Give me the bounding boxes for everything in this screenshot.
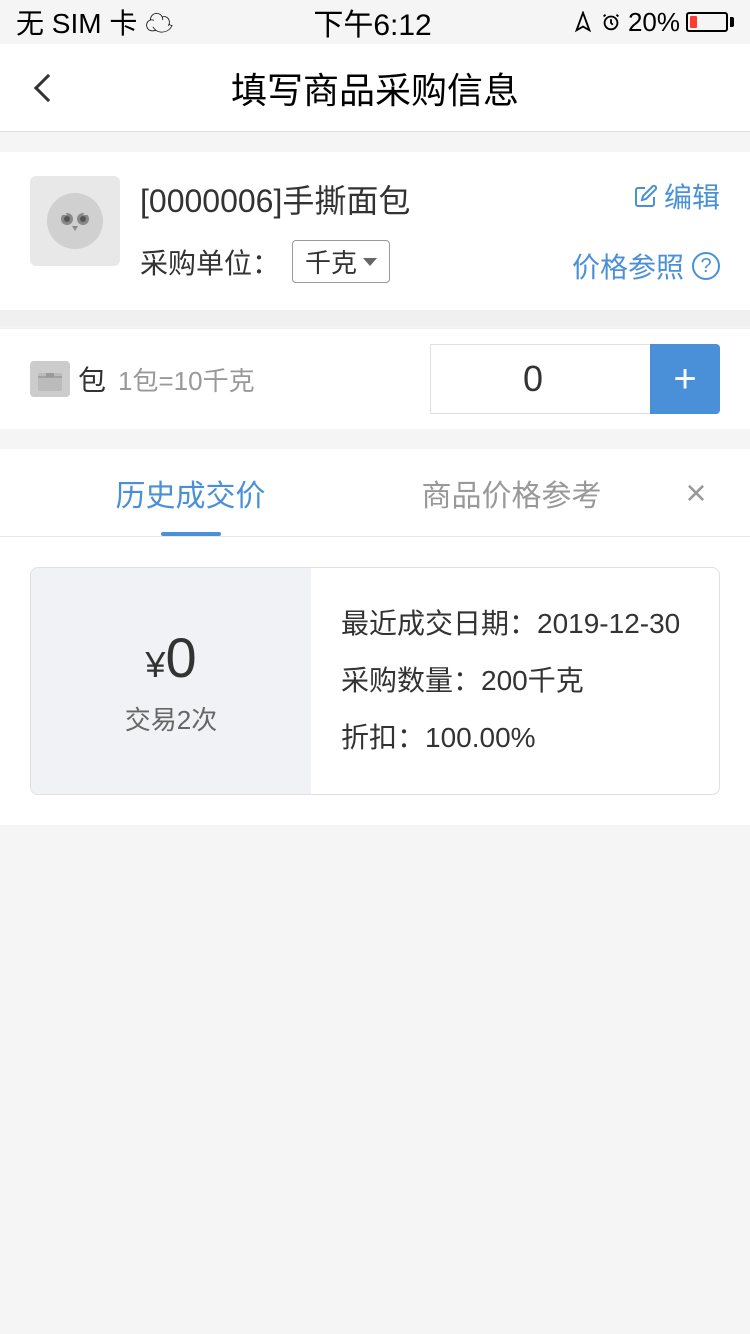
alarm-icon bbox=[600, 11, 622, 33]
purchase-qty-row: 采购数量：200千克 bbox=[341, 661, 689, 700]
close-icon: × bbox=[685, 472, 706, 514]
transaction-card: ¥0 交易2次 最近成交日期：2019-12-30 采购数量：200千克 折扣：… bbox=[30, 567, 720, 795]
status-left: 无 SIM 卡 ☁ bbox=[16, 2, 173, 42]
tab-content: ¥0 交易2次 最近成交日期：2019-12-30 采购数量：200千克 折扣：… bbox=[0, 537, 750, 825]
pkg-text: 包 bbox=[78, 359, 106, 399]
dropdown-arrow-icon bbox=[363, 258, 377, 266]
unit-label: 采购单位： bbox=[140, 242, 280, 282]
edit-icon bbox=[634, 184, 658, 208]
status-right: 20% bbox=[572, 7, 734, 38]
transaction-count: 交易2次 bbox=[125, 700, 217, 737]
price-ref-label: 价格参照 bbox=[572, 246, 684, 286]
product-thumbnail bbox=[30, 176, 120, 266]
product-info-section: [0000006]手撕面包 采购单位： 千克 bbox=[140, 176, 410, 283]
pkg-equiv-text: 1包=10千克 bbox=[118, 361, 255, 398]
product-top-row: [0000006]手撕面包 采购单位： 千克 编辑 价格参照 bbox=[30, 176, 720, 286]
tab-product-price-ref[interactable]: 商品价格参考 bbox=[351, 449, 672, 536]
product-card: [0000006]手撕面包 采购单位： 千克 编辑 价格参照 bbox=[0, 152, 750, 310]
purchase-qty-value: 200千克 bbox=[481, 665, 584, 696]
transaction-price-section: ¥0 交易2次 bbox=[31, 568, 311, 794]
location-icon bbox=[572, 11, 594, 33]
edit-button[interactable]: 编辑 bbox=[634, 176, 720, 216]
quantity-row: 包 1包=10千克 + bbox=[0, 329, 750, 429]
edit-label: 编辑 bbox=[664, 176, 720, 216]
recent-date-value: 2019-12-30 bbox=[537, 608, 680, 639]
back-button[interactable] bbox=[24, 64, 72, 112]
tab-active-underline bbox=[161, 532, 221, 536]
sim-signal-text: 无 SIM 卡 ☁ bbox=[16, 2, 173, 42]
discount-label: 折扣： bbox=[341, 722, 425, 753]
tab-price-ref-label: 商品价格参考 bbox=[422, 471, 602, 515]
section-divider-1 bbox=[0, 310, 750, 326]
status-time: 下午6:12 bbox=[313, 0, 431, 44]
price-ref-button[interactable]: 价格参照 ? bbox=[572, 246, 720, 286]
product-unit-row: 采购单位： 千克 bbox=[140, 240, 410, 283]
quantity-input[interactable] bbox=[430, 344, 650, 414]
transaction-details: 最近成交日期：2019-12-30 采购数量：200千克 折扣：100.00% bbox=[311, 568, 719, 794]
tab-history-label: 历史成交价 bbox=[116, 471, 266, 515]
unit-value: 千克 bbox=[305, 243, 357, 280]
tab-section: 历史成交价 商品价格参考 × ¥0 交易2次 最近成交日期：2019-12-30 bbox=[0, 449, 750, 825]
transaction-price: ¥0 bbox=[145, 625, 196, 690]
battery-percent: 20% bbox=[628, 7, 680, 38]
package-icon bbox=[30, 361, 70, 397]
battery-icon bbox=[686, 12, 734, 32]
quantity-input-group: + bbox=[430, 344, 720, 414]
purchase-qty-label: 采购数量： bbox=[341, 665, 481, 696]
tab-close-button[interactable]: × bbox=[672, 469, 720, 517]
price-symbol: ¥ bbox=[145, 644, 165, 685]
status-bar: 无 SIM 卡 ☁ 下午6:12 20% bbox=[0, 0, 750, 44]
back-arrow-icon bbox=[34, 73, 62, 101]
page-title: 填写商品采购信息 bbox=[72, 62, 678, 114]
product-left-section: [0000006]手撕面包 采购单位： 千克 bbox=[30, 176, 410, 283]
unit-selector[interactable]: 千克 bbox=[292, 240, 390, 283]
discount-row: 折扣：100.00% bbox=[341, 718, 689, 757]
nav-bar: 填写商品采购信息 bbox=[0, 44, 750, 132]
discount-value: 100.00% bbox=[425, 722, 536, 753]
tab-header: 历史成交价 商品价格参考 × bbox=[0, 449, 750, 537]
tab-history-price[interactable]: 历史成交价 bbox=[30, 449, 351, 536]
question-icon: ? bbox=[692, 252, 720, 280]
recent-date-row: 最近成交日期：2019-12-30 bbox=[341, 604, 689, 643]
package-label: 包 1包=10千克 bbox=[30, 359, 255, 399]
product-name: [0000006]手撕面包 bbox=[140, 176, 410, 222]
quantity-section: 包 1包=10千克 + bbox=[0, 328, 750, 429]
recent-date-label: 最近成交日期： bbox=[341, 608, 537, 639]
quantity-plus-button[interactable]: + bbox=[650, 344, 720, 414]
price-value: 0 bbox=[165, 626, 196, 689]
